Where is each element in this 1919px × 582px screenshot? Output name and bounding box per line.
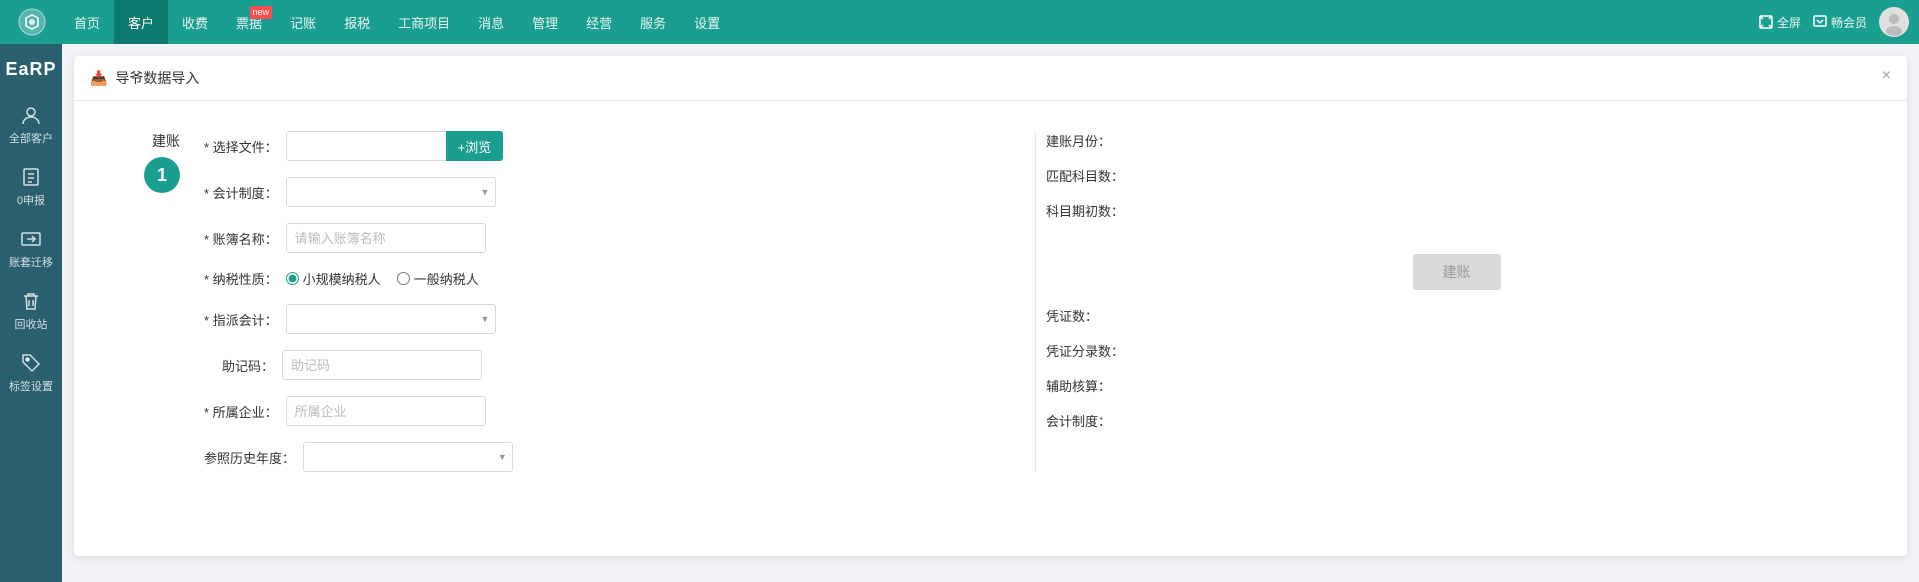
match-subjects-row: 匹配科目数： xyxy=(1046,166,1867,185)
import-icon: 📥 xyxy=(90,70,107,87)
ledger-name-row: * 账簿名称： xyxy=(204,223,1025,253)
subject-initial-label: 科目期初数： xyxy=(1046,201,1124,220)
nav-item-settings[interactable]: 设置 xyxy=(680,0,734,44)
tax-type-label: * 纳税性质： xyxy=(204,269,278,288)
tax-type-radio-group: 小规模纳税人 一般纳税人 xyxy=(286,269,479,288)
company-row: * 所属企业： xyxy=(204,396,1025,426)
sidebar-label-migrate: 账套迁移 xyxy=(9,254,53,270)
tax-type-row: * 纳税性质： 小规模纳税人 一般纳税人 xyxy=(204,269,1025,288)
sidebar-label-all-customers: 全部客户 xyxy=(9,130,53,146)
accountant-row: * 指派会计： xyxy=(204,304,1025,334)
step-label: 建账 xyxy=(152,131,180,151)
nav-item-bookkeeping[interactable]: 记账 xyxy=(276,0,330,44)
accounting-system-row: * 会计制度： xyxy=(204,177,1025,207)
sidebar-logo: EaRP xyxy=(1,52,60,92)
accounting-system-label: * 会计制度： xyxy=(204,183,278,202)
history-year-label: 参照历史年度： xyxy=(204,448,295,467)
accounting-system-select[interactable] xyxy=(286,177,496,207)
subject-initial-row: 科目期初数： xyxy=(1046,201,1867,220)
right-accounting-row: 会计制度： xyxy=(1046,411,1867,430)
sidebar-label-trash: 回收站 xyxy=(15,316,48,332)
card-header: 📥 导爷数据导入 xyxy=(74,56,1907,101)
history-year-select[interactable] xyxy=(303,442,513,472)
accountant-label: * 指派会计： xyxy=(204,310,278,329)
top-nav: 首页 客户 收费 票据 new 记账 报税 工商项目 消息 管理 经营 服务 设… xyxy=(0,0,1919,44)
auxiliary-row: 辅助核算： xyxy=(1046,376,1867,395)
fullscreen-button[interactable]: 全屏 xyxy=(1759,14,1801,31)
avatar[interactable] xyxy=(1879,7,1909,37)
small-taxpayer-radio[interactable] xyxy=(286,272,299,285)
nav-item-home[interactable]: 首页 xyxy=(60,0,114,44)
nav-item-tax[interactable]: 报税 xyxy=(330,0,384,44)
voucher-count-label: 凭证数： xyxy=(1046,306,1098,325)
company-label: * 所属企业： xyxy=(204,402,278,421)
voucher-entry-label: 凭证分录数： xyxy=(1046,341,1124,360)
memo-row: 助记码： xyxy=(204,350,1025,380)
nav-item-business[interactable]: 工商项目 xyxy=(384,0,464,44)
main-content: 📥 导爷数据导入 × 建账 1 * 选择文件： +浏览 xyxy=(62,44,1919,582)
memo-label: 助记码： xyxy=(204,356,274,375)
build-month-label: 建账月份： xyxy=(1046,131,1111,150)
general-taxpayer-radio[interactable] xyxy=(397,272,410,285)
card-title: 导爷数据导入 xyxy=(115,68,199,88)
small-taxpayer-text: 小规模纳税人 xyxy=(303,269,381,288)
form-right: 建账月份： 匹配科目数： 科目期初数： 建账 凭证 xyxy=(1046,131,1867,472)
file-input-group: +浏览 xyxy=(286,131,504,161)
browse-button[interactable]: +浏览 xyxy=(446,131,504,161)
build-button[interactable]: 建账 xyxy=(1413,254,1501,290)
ledger-name-input[interactable] xyxy=(286,223,486,253)
nav-item-fee[interactable]: 收费 xyxy=(168,0,222,44)
general-taxpayer-text: 一般纳税人 xyxy=(414,269,479,288)
step-section: 建账 1 xyxy=(114,131,204,472)
form-left: * 选择文件： +浏览 * 会计制度： xyxy=(204,131,1025,472)
voucher-count-row: 凭证数： xyxy=(1046,306,1867,325)
sidebar-item-migrate[interactable]: 账套迁移 xyxy=(0,220,62,278)
nav-item-invoice[interactable]: 票据 new xyxy=(222,0,276,44)
auxiliary-label: 辅助核算： xyxy=(1046,376,1111,395)
general-taxpayer-label[interactable]: 一般纳税人 xyxy=(397,269,479,288)
history-year-row: 参照历史年度： xyxy=(204,442,1025,472)
nav-items: 首页 客户 收费 票据 new 记账 报税 工商项目 消息 管理 经营 服务 设… xyxy=(60,0,1759,44)
file-input[interactable] xyxy=(286,131,446,161)
sidebar-item-tag[interactable]: 标签设置 xyxy=(0,344,62,402)
fullscreen-label: 全屏 xyxy=(1777,14,1801,31)
select-file-label: * 选择文件： xyxy=(204,137,278,156)
form-divider xyxy=(1035,131,1036,472)
build-btn-container: 建账 xyxy=(1046,236,1867,290)
new-badge: new xyxy=(250,6,273,19)
nav-right: 全屏 畅会员 xyxy=(1759,7,1909,37)
ledger-name-label: * 账簿名称： xyxy=(204,229,278,248)
step-circle: 1 xyxy=(144,157,180,193)
layout: EaRP 全部客户 0申报 账套迁移 xyxy=(0,44,1919,582)
sidebar-item-declaration[interactable]: 0申报 xyxy=(0,158,62,216)
small-taxpayer-label[interactable]: 小规模纳税人 xyxy=(286,269,381,288)
import-card: 📥 导爷数据导入 × 建账 1 * 选择文件： +浏览 xyxy=(74,56,1907,556)
select-file-row: * 选择文件： +浏览 xyxy=(204,131,1025,161)
sidebar-label-declaration: 0申报 xyxy=(17,192,45,208)
history-year-wrapper xyxy=(303,442,513,472)
sidebar-label-tag: 标签设置 xyxy=(9,378,53,394)
logo[interactable] xyxy=(10,0,54,44)
nav-item-operate[interactable]: 经营 xyxy=(572,0,626,44)
member-label: 畅会员 xyxy=(1831,14,1867,31)
memo-input[interactable] xyxy=(282,350,482,380)
voucher-entry-row: 凭证分录数： xyxy=(1046,341,1867,360)
nav-item-manage[interactable]: 管理 xyxy=(518,0,572,44)
build-month-row: 建账月份： xyxy=(1046,131,1867,150)
close-button[interactable]: × xyxy=(1882,68,1891,84)
accountant-wrapper xyxy=(286,304,496,334)
nav-item-customer[interactable]: 客户 xyxy=(114,0,168,44)
accountant-select[interactable] xyxy=(286,304,496,334)
member-button[interactable]: 畅会员 xyxy=(1813,14,1867,31)
nav-item-message[interactable]: 消息 xyxy=(464,0,518,44)
company-input[interactable] xyxy=(286,396,486,426)
sidebar: EaRP 全部客户 0申报 账套迁移 xyxy=(0,44,62,582)
accounting-system-wrapper xyxy=(286,177,496,207)
sidebar-item-all-customers[interactable]: 全部客户 xyxy=(0,96,62,154)
nav-item-service[interactable]: 服务 xyxy=(626,0,680,44)
right-accounting-label: 会计制度： xyxy=(1046,411,1111,430)
match-subjects-label: 匹配科目数： xyxy=(1046,166,1124,185)
sidebar-item-trash[interactable]: 回收站 xyxy=(0,282,62,340)
card-body: 建账 1 * 选择文件： +浏览 * 会计制度： xyxy=(74,101,1907,502)
